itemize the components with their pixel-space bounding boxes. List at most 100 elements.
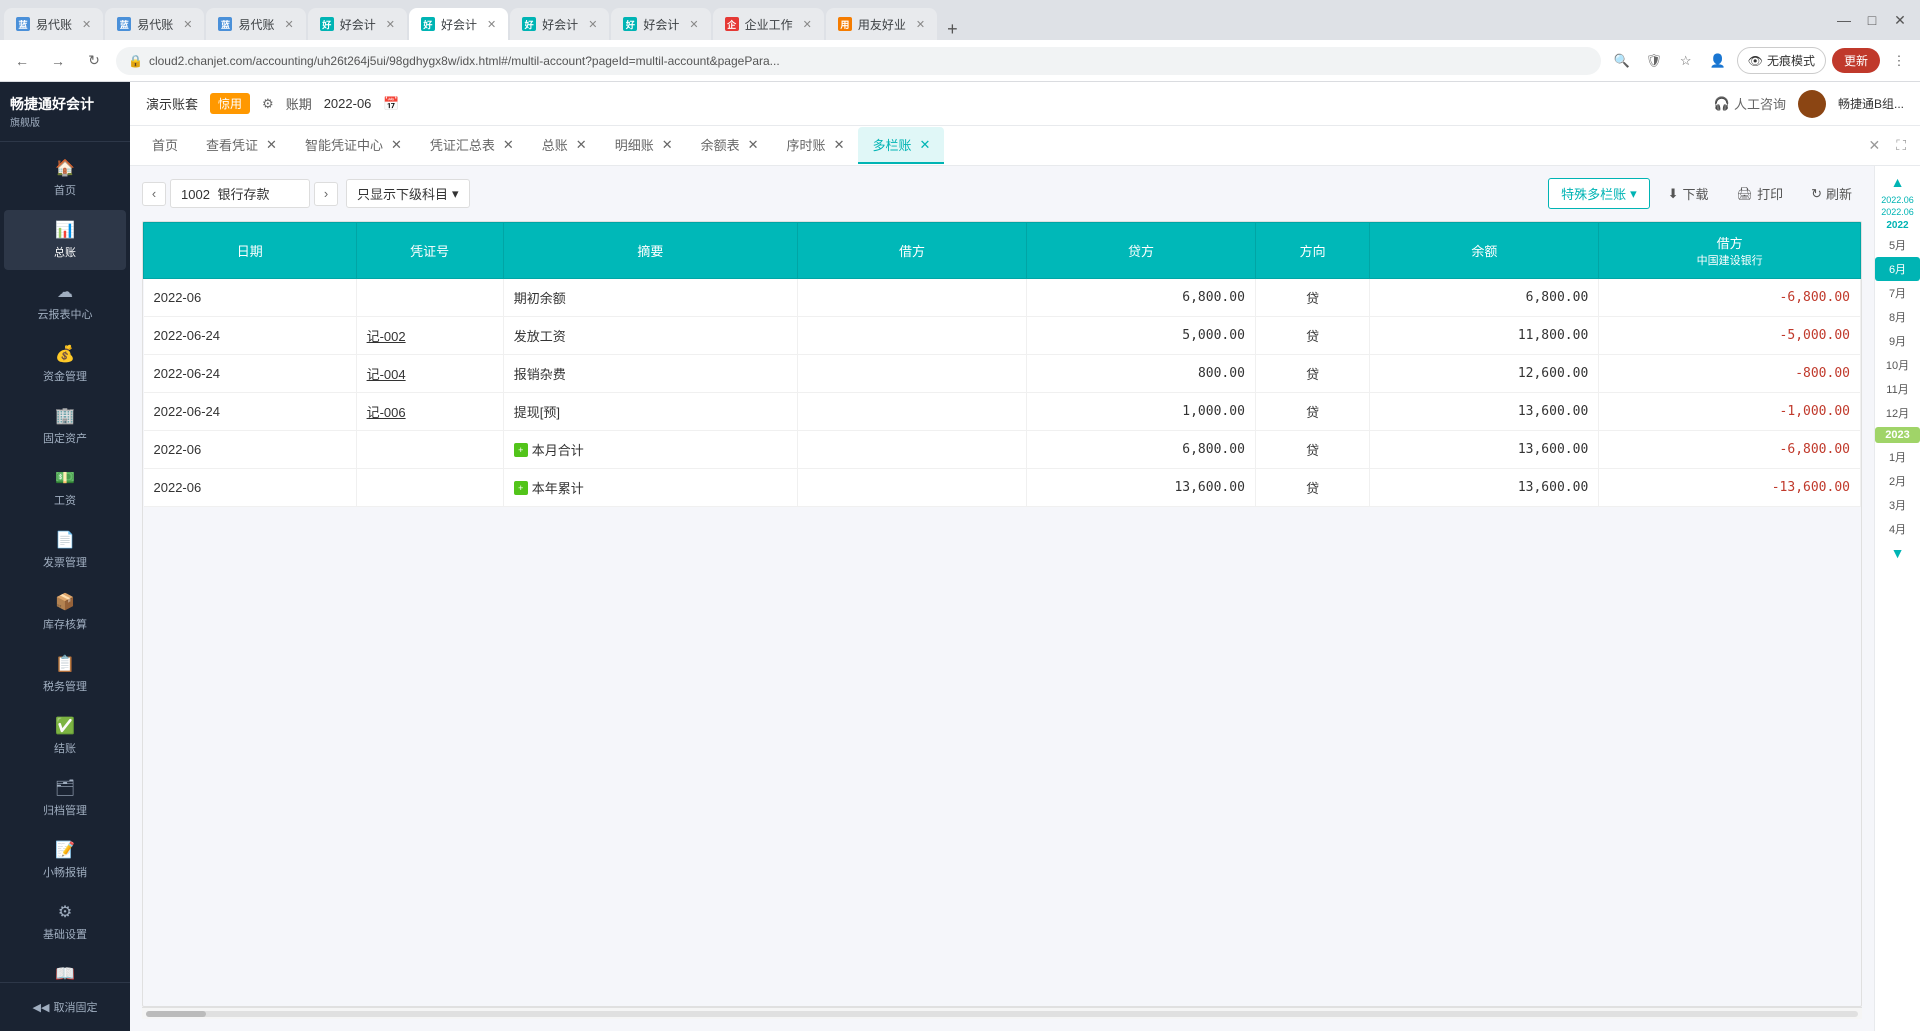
cell-voucher-2[interactable]: 记-004: [356, 355, 503, 393]
sidebar-item-13[interactable]: 📖 新手引导: [4, 954, 126, 982]
tab-close-4[interactable]: ✕: [487, 18, 496, 31]
content-tab-close-7[interactable]: ✕: [834, 137, 845, 153]
content-tab-4[interactable]: 总账✕: [528, 127, 601, 164]
sidebar-item-4[interactable]: 🏢 固定资产: [4, 396, 126, 456]
sidebar-item-6[interactable]: 📄 发票管理: [4, 520, 126, 580]
browser-tab-6[interactable]: 好 好会计 ✕: [611, 8, 710, 40]
content-tab-close-8[interactable]: ✕: [919, 137, 930, 153]
sidebar-item-3[interactable]: 💰 资金管理: [4, 334, 126, 394]
url-bar[interactable]: 🔒 cloud2.chanjet.com/accounting/uh26t264…: [116, 47, 1601, 75]
cal-month-2022-4[interactable]: 9月: [1875, 329, 1920, 353]
cal-month-2022-5[interactable]: 10月: [1875, 353, 1920, 377]
tab-close-7[interactable]: ✕: [803, 18, 812, 31]
cal-month-2023-3[interactable]: 4月: [1875, 517, 1920, 541]
browser-tab-1[interactable]: 蓝 易代账 ✕: [105, 8, 204, 40]
tab-collapse-btn[interactable]: ✕: [1862, 137, 1886, 154]
content-tab-close-1[interactable]: ✕: [266, 137, 277, 153]
cal-month-2022-7[interactable]: 12月: [1875, 401, 1920, 425]
profile-icon[interactable]: 👤: [1705, 48, 1731, 74]
content-tab-5[interactable]: 明细账✕: [601, 127, 687, 164]
tab-expand-btn[interactable]: ⛶: [1890, 137, 1912, 154]
special-multi-btn[interactable]: 特殊多栏账 ▾: [1548, 178, 1650, 209]
update-btn[interactable]: 更新: [1832, 48, 1880, 73]
sidebar-item-5[interactable]: 💵 工资: [4, 458, 126, 518]
cal-month-2023-2[interactable]: 3月: [1875, 493, 1920, 517]
browser-tab-2[interactable]: 蓝 易代账 ✕: [206, 8, 305, 40]
next-account-btn[interactable]: ›: [314, 182, 338, 206]
search-icon[interactable]: 🔍: [1609, 48, 1635, 74]
scrollbar-area[interactable]: [142, 1007, 1862, 1019]
download-btn[interactable]: ⬇ 下载: [1658, 179, 1719, 208]
menu-icon[interactable]: ⋮: [1886, 48, 1912, 74]
sidebar-item-9[interactable]: ✅ 结账: [4, 706, 126, 766]
cell-voucher-3[interactable]: 记-006: [356, 393, 503, 431]
content-tab-close-3[interactable]: ✕: [503, 137, 514, 153]
cal-month-2022-1[interactable]: 6月: [1875, 257, 1920, 281]
sidebar-item-12[interactable]: ⚙ 基础设置: [4, 892, 126, 952]
content-tab-2[interactable]: 智能凭证中心✕: [291, 127, 416, 164]
content-tab-close-6[interactable]: ✕: [748, 137, 759, 153]
tab-close-5[interactable]: ✕: [588, 18, 597, 31]
print-btn[interactable]: 🖨 打印: [1727, 179, 1794, 208]
scrollbar-thumb[interactable]: [146, 1011, 206, 1017]
content-tab-close-5[interactable]: ✕: [662, 137, 673, 153]
reload-btn[interactable]: ↻: [80, 47, 108, 75]
star-icon[interactable]: ☆: [1673, 48, 1699, 74]
shield-icon[interactable]: 🛡: [1641, 48, 1667, 74]
content-tab-1[interactable]: 查看凭证✕: [192, 127, 291, 164]
cal-scroll-down[interactable]: ▼: [1887, 541, 1909, 565]
maximize-btn[interactable]: □: [1860, 8, 1884, 32]
cell-voucher-1[interactable]: 记-002: [356, 317, 503, 355]
tab-close-1[interactable]: ✕: [183, 18, 192, 31]
cal-month-2023-0[interactable]: 1月: [1875, 445, 1920, 469]
prev-account-btn[interactable]: ‹: [142, 182, 166, 206]
content-tab-8[interactable]: 多栏账✕: [858, 127, 944, 164]
user-avatar: [1798, 90, 1826, 118]
back-btn[interactable]: ←: [8, 47, 36, 75]
browser-tab-8[interactable]: 用 用友好业 ✕: [826, 8, 937, 40]
sidebar-item-1[interactable]: 📊 总账: [4, 210, 126, 270]
tab-close-2[interactable]: ✕: [284, 18, 293, 31]
calendar-icon[interactable]: 📅: [383, 96, 399, 112]
content-tab-7[interactable]: 序时账✕: [773, 127, 859, 164]
cal-month-2022-3[interactable]: 8月: [1875, 305, 1920, 329]
tab-close-3[interactable]: ✕: [386, 18, 395, 31]
cal-month-2022-0[interactable]: 5月: [1875, 233, 1920, 257]
settings-icon[interactable]: ⚙: [262, 96, 274, 112]
tab-close-8[interactable]: ✕: [916, 18, 925, 31]
period-value[interactable]: 2022-06: [324, 96, 372, 111]
cal-month-2022-6[interactable]: 11月: [1875, 377, 1920, 401]
close-btn[interactable]: ✕: [1888, 8, 1912, 32]
content-tab-3[interactable]: 凭证汇总表✕: [416, 127, 528, 164]
sidebar-item-11[interactable]: 📝 小畅报销: [4, 830, 126, 890]
sidebar-item-0[interactable]: 🏠 首页: [4, 148, 126, 208]
browser-tab-0[interactable]: 蓝 易代账 ✕: [4, 8, 103, 40]
cell-date-0: 2022-06: [144, 279, 357, 317]
content-tab-0[interactable]: 首页: [138, 127, 192, 164]
sidebar-item-7[interactable]: 📦 库存核算: [4, 582, 126, 642]
forward-btn[interactable]: →: [44, 47, 72, 75]
sub-filter[interactable]: 只显示下级科目 ▾: [346, 179, 470, 208]
account-selector[interactable]: 1002 银行存款: [170, 179, 310, 208]
browser-tab-4[interactable]: 好 好会计 ✕: [409, 8, 508, 40]
refresh-btn[interactable]: ↻ 刷新: [1801, 179, 1862, 208]
browser-tab-3[interactable]: 好 好会计 ✕: [308, 8, 407, 40]
browser-tab-7[interactable]: 企 企业工作 ✕: [713, 8, 824, 40]
minimize-btn[interactable]: —: [1832, 8, 1856, 32]
sidebar-item-8[interactable]: 📋 税务管理: [4, 644, 126, 704]
cal-scroll-up[interactable]: ▲: [1887, 170, 1909, 194]
consult-btn[interactable]: 🎧 人工咨询: [1714, 94, 1786, 113]
sidebar-item-10[interactable]: 🗂 归档管理: [4, 768, 126, 828]
collapse-btn[interactable]: ◀◀ 取消固定: [4, 991, 126, 1023]
cal-month-2022-2[interactable]: 7月: [1875, 281, 1920, 305]
tab-close-0[interactable]: ✕: [82, 18, 91, 31]
tab-close-6[interactable]: ✕: [689, 18, 698, 31]
sidebar-item-2[interactable]: ☁ 云报表中心: [4, 272, 126, 332]
cal-month-2023-1[interactable]: 2月: [1875, 469, 1920, 493]
browser-tab-5[interactable]: 好 好会计 ✕: [510, 8, 609, 40]
content-tab-close-2[interactable]: ✕: [391, 137, 402, 153]
add-tab-btn[interactable]: +: [939, 19, 966, 40]
content-tab-close-4[interactable]: ✕: [576, 137, 587, 153]
notrack-btn[interactable]: 👁 无痕模式: [1737, 47, 1826, 74]
content-tab-6[interactable]: 余额表✕: [687, 127, 773, 164]
